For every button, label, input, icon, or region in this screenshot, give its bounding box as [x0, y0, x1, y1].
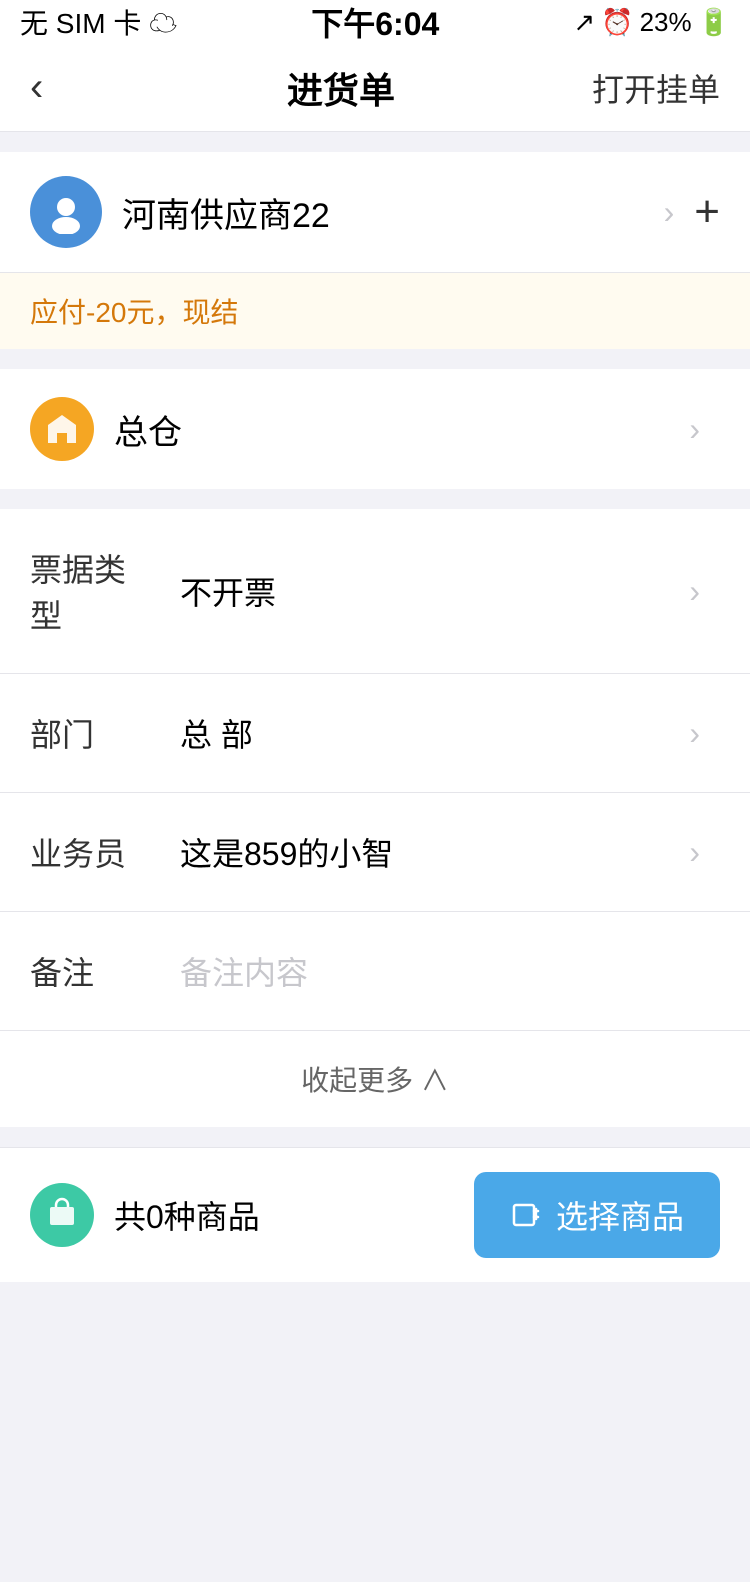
status-time: 下午6:04 — [311, 0, 439, 45]
department-chevron-icon: › — [689, 715, 700, 752]
add-supplier-button[interactable]: + — [694, 190, 720, 234]
status-right: ↗ ⏰ 23% 🔋 — [573, 7, 730, 38]
gap-2 — [0, 349, 750, 369]
nav-bar: ‹ 进货单 打开挂单 — [0, 44, 750, 132]
sales-rep-chevron-icon: › — [689, 834, 700, 871]
status-bar: 无 SIM 卡 ☁ 下午6:04 ↗ ⏰ 23% 🔋 — [0, 0, 750, 44]
warehouse-chevron-icon: › — [689, 411, 700, 448]
product-count: 共0种商品 — [114, 1192, 474, 1238]
battery-text: 23% — [640, 7, 692, 38]
alarm-icon: ⏰ — [601, 7, 633, 38]
sales-rep-row[interactable]: 业务员 这是859的小智 › — [0, 793, 750, 912]
gap-1 — [0, 132, 750, 152]
collapse-button[interactable]: 收起更多 ∧ — [0, 1030, 750, 1127]
bottom-bar: 共0种商品 选择商品 — [0, 1147, 750, 1282]
supplier-name: 河南供应商22 — [122, 188, 664, 237]
open-pending-button[interactable]: 打开挂单 — [592, 65, 720, 111]
invoice-type-label: 票据类型 — [30, 545, 150, 637]
supplier-notice: 应付-20元，现结 — [0, 273, 750, 349]
invoice-type-row[interactable]: 票据类型 不开票 › — [0, 509, 750, 674]
sim-status: 无 SIM 卡 ☁ — [20, 2, 177, 42]
location-icon: ↗ — [573, 7, 595, 38]
department-row[interactable]: 部门 总 部 › — [0, 674, 750, 793]
supplier-row[interactable]: 河南供应商22 › + — [0, 152, 750, 273]
battery-icon: 🔋 — [698, 7, 730, 38]
form-card: 票据类型 不开票 › 部门 总 部 › 业务员 这是859的小智 › 备注 备注… — [0, 509, 750, 1030]
status-left: 无 SIM 卡 ☁ — [20, 2, 177, 42]
select-product-icon — [510, 1197, 546, 1233]
remark-input[interactable]: 备注内容 — [150, 948, 720, 994]
back-button[interactable]: ‹ — [30, 65, 90, 110]
department-value: 总 部 — [150, 710, 689, 756]
warehouse-icon — [30, 397, 94, 461]
warehouse-name: 总仓 — [114, 405, 689, 454]
product-icon — [30, 1183, 94, 1247]
gap-4 — [0, 1127, 750, 1147]
sales-rep-value: 这是859的小智 — [150, 829, 689, 875]
invoice-type-value: 不开票 — [150, 568, 689, 614]
sales-rep-label: 业务员 — [30, 829, 150, 875]
collapse-label: 收起更多 ∧ — [301, 1059, 449, 1099]
supplier-chevron-icon: › — [664, 194, 675, 231]
invoice-type-chevron-icon: › — [689, 573, 700, 610]
page-background — [0, 1282, 750, 1582]
warehouse-card: 总仓 › — [0, 369, 750, 489]
supplier-card: 河南供应商22 › + 应付-20元，现结 — [0, 152, 750, 349]
warehouse-row[interactable]: 总仓 › — [0, 369, 750, 489]
select-product-button[interactable]: 选择商品 — [474, 1172, 720, 1258]
page-title: 进货单 — [287, 62, 395, 114]
select-product-label: 选择商品 — [556, 1192, 684, 1238]
department-label: 部门 — [30, 710, 150, 756]
supplier-avatar — [30, 176, 102, 248]
remark-row[interactable]: 备注 备注内容 — [0, 912, 750, 1030]
gap-3 — [0, 489, 750, 509]
remark-label: 备注 — [30, 948, 150, 994]
